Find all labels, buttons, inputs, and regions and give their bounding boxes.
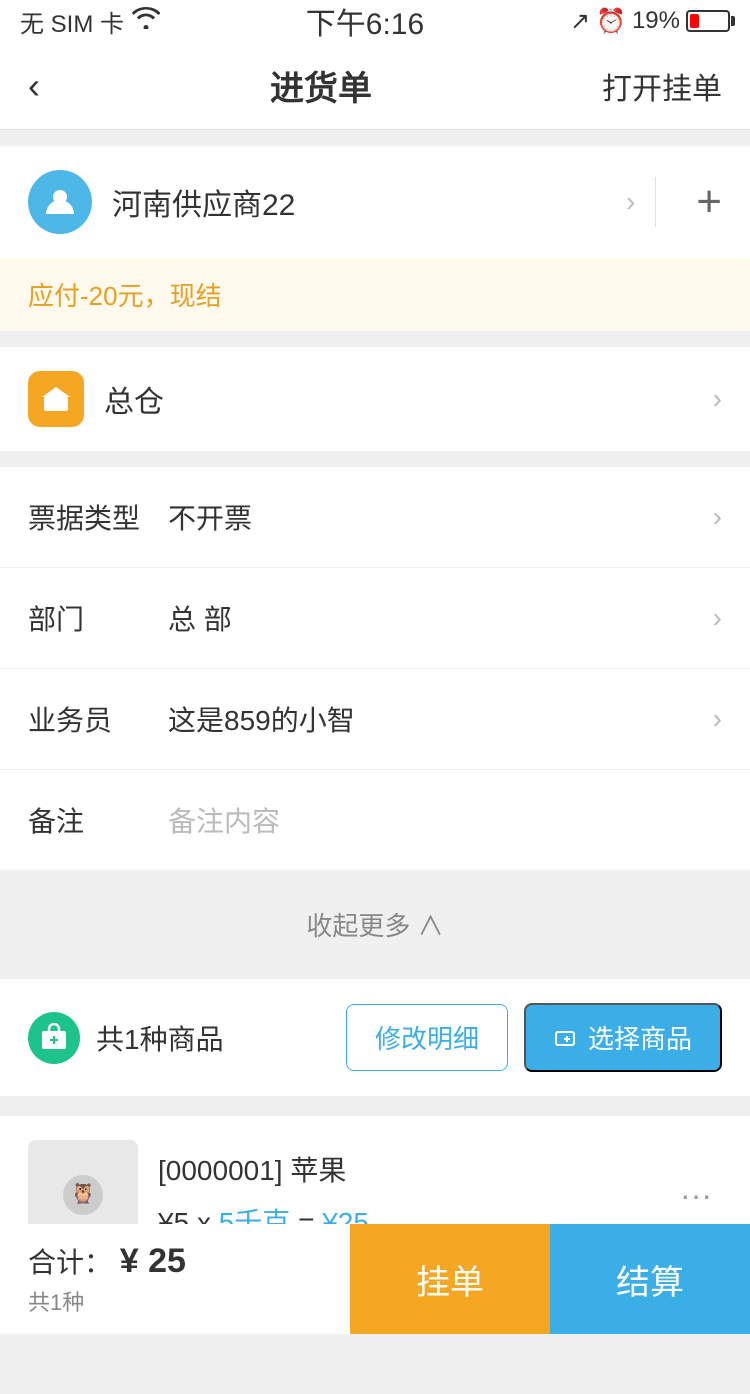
notice-text: 应付-20元，现结	[28, 281, 222, 311]
product-header: 共1种商品 修改明细 选择商品	[0, 979, 750, 1096]
collapse-label: 收起更多 ∧	[306, 906, 443, 943]
total-count: 共1种	[28, 1285, 322, 1317]
add-button[interactable]: +	[696, 177, 722, 227]
page-title: 进货单	[270, 61, 372, 110]
salesman-chevron-icon: ›	[713, 703, 722, 735]
invoice-label: 票据类型	[28, 497, 148, 537]
divider	[655, 177, 656, 227]
remark-value: 备注内容	[148, 800, 722, 840]
product-name-text: 苹果	[290, 1155, 346, 1186]
product-thumb-icon: 🦉	[53, 1165, 113, 1225]
invoice-value: 不开票	[148, 497, 713, 537]
supplier-chevron-icon: ›	[626, 186, 635, 218]
select-product-label: 选择商品	[588, 1019, 692, 1056]
location-icon: ↗	[570, 7, 590, 36]
warehouse-icon	[28, 371, 84, 427]
total-label: 合计：	[28, 1247, 112, 1278]
nav-bar: ‹ 进货单 打开挂单	[0, 42, 750, 130]
modify-detail-button[interactable]: 修改明细	[346, 1004, 508, 1071]
product-code: [0000001]	[158, 1155, 283, 1186]
cart-icon	[554, 1025, 580, 1051]
invoice-chevron-icon: ›	[713, 501, 722, 533]
remark-label: 备注	[28, 800, 148, 840]
status-time: 下午6:16	[306, 0, 424, 43]
warehouse-section: 总仓 ›	[0, 347, 750, 451]
total-amount: ¥ 25	[120, 1242, 186, 1280]
warehouse-chevron-icon: ›	[713, 383, 722, 415]
total-row: 合计： ¥ 25	[28, 1241, 322, 1281]
back-button[interactable]: ‹	[28, 65, 40, 107]
wifi-icon	[132, 7, 160, 36]
total-area: 合计： ¥ 25 共1种	[0, 1224, 350, 1334]
salesman-row[interactable]: 业务员 这是859的小智 ›	[0, 669, 750, 770]
bottom-bar: 合计： ¥ 25 共1种 挂单 结算	[0, 1224, 750, 1334]
supplier-row[interactable]: 河南供应商22 › +	[0, 146, 750, 258]
battery-percent: 19%	[632, 7, 680, 35]
spacer-product	[0, 1112, 750, 1114]
supplier-name: 河南供应商22	[112, 180, 626, 224]
supplier-avatar	[28, 170, 92, 234]
dept-chevron-icon: ›	[713, 602, 722, 634]
remark-row[interactable]: 备注 备注内容	[0, 770, 750, 870]
product-section: 共1种商品 修改明细 选择商品	[0, 979, 750, 1096]
dept-value: 总 部	[148, 598, 713, 638]
status-bar: 无 SIM 卡 下午6:16 ↗ ⏰ 19%	[0, 0, 750, 42]
supplier-section: 河南供应商22 › + 应付-20元，现结	[0, 146, 750, 331]
salesman-label: 业务员	[28, 699, 148, 739]
dept-row[interactable]: 部门 总 部 ›	[0, 568, 750, 669]
product-count-text: 共1种商品	[96, 1018, 330, 1058]
form-section: 票据类型 不开票 › 部门 总 部 › 业务员 这是859的小智 › 备注 备注…	[0, 467, 750, 870]
notice-bar: 应付-20元，现结	[0, 258, 750, 331]
open-hang-button[interactable]: 打开挂单	[602, 64, 722, 108]
warehouse-name: 总仓	[104, 377, 713, 421]
alarm-icon: ⏰	[596, 7, 626, 36]
status-right: ↗ ⏰ 19%	[570, 7, 730, 36]
status-left: 无 SIM 卡	[20, 4, 160, 39]
sim-text: 无 SIM 卡	[20, 4, 124, 39]
select-product-button[interactable]: 选择商品	[524, 1003, 722, 1072]
battery-fill	[690, 14, 699, 28]
spacer-top	[0, 130, 750, 146]
dept-label: 部门	[28, 598, 148, 638]
product-name: [0000001] 苹果	[158, 1149, 650, 1189]
warehouse-row[interactable]: 总仓 ›	[0, 347, 750, 451]
checkout-button[interactable]: 结算	[550, 1224, 750, 1334]
product-count-icon	[28, 1012, 80, 1064]
invoice-row[interactable]: 票据类型 不开票 ›	[0, 467, 750, 568]
salesman-value: 这是859的小智	[148, 699, 713, 739]
battery-icon	[686, 10, 730, 32]
collapse-bar[interactable]: 收起更多 ∧	[0, 886, 750, 963]
product-more-button[interactable]: ···	[670, 1167, 722, 1224]
svg-text:🦉: 🦉	[71, 1182, 96, 1205]
spacer-mid	[0, 963, 750, 979]
hang-button[interactable]: 挂单	[350, 1224, 550, 1334]
